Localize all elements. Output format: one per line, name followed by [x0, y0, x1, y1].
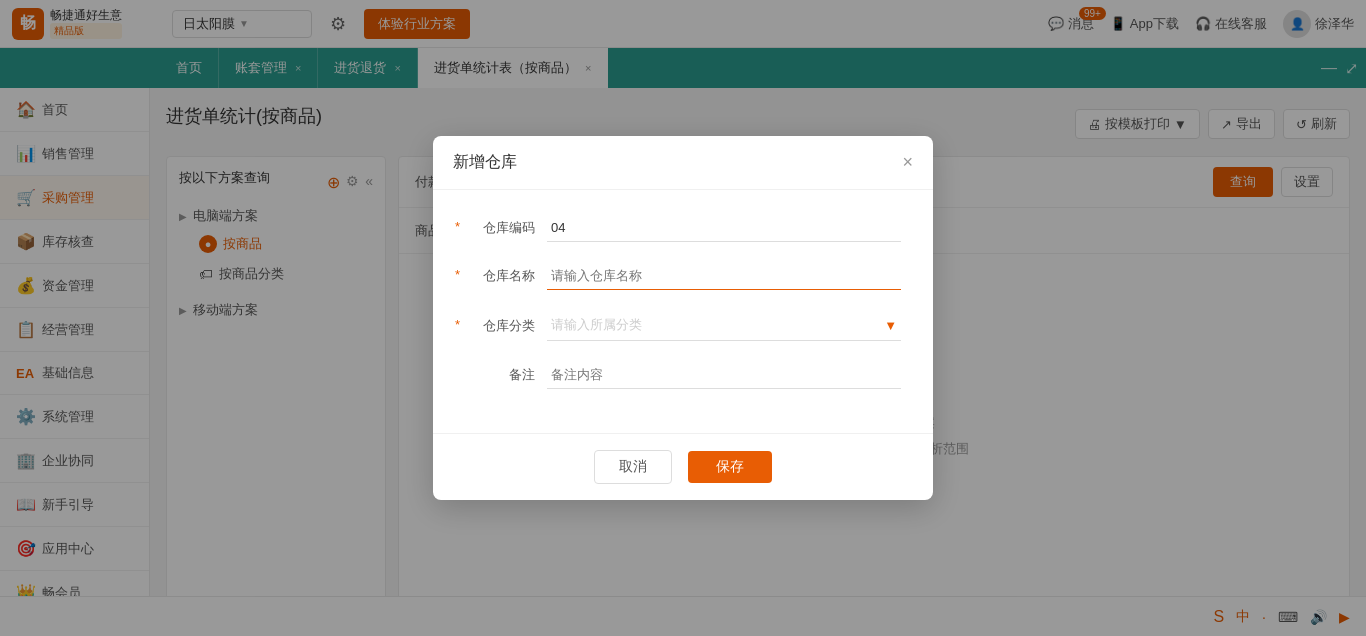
save-button[interactable]: 保存: [688, 451, 772, 483]
category-placeholder: 请输入所属分类: [551, 316, 642, 334]
modal-overlay[interactable]: 新增仓库 × 仓库编码 仓库名称 仓库分类 请输入所属分类 ▼: [0, 0, 1366, 636]
new-warehouse-dialog: 新增仓库 × 仓库编码 仓库名称 仓库分类 请输入所属分类 ▼: [433, 136, 933, 500]
warehouse-category-select[interactable]: 请输入所属分类 ▼: [547, 310, 901, 341]
cancel-button[interactable]: 取消: [594, 450, 672, 484]
warehouse-name-input[interactable]: [547, 262, 901, 290]
dialog-title: 新增仓库: [453, 152, 517, 173]
warehouse-note-label: 备注: [465, 366, 535, 384]
warehouse-code-input[interactable]: [547, 214, 901, 242]
warehouse-category-row: 仓库分类 请输入所属分类 ▼: [465, 310, 901, 341]
dialog-footer: 取消 保存: [433, 433, 933, 500]
warehouse-note-input[interactable]: [547, 361, 901, 389]
warehouse-note-row: 备注: [465, 361, 901, 389]
warehouse-category-label: 仓库分类: [465, 317, 535, 335]
warehouse-name-row: 仓库名称: [465, 262, 901, 290]
chevron-down-icon: ▼: [884, 318, 897, 333]
dialog-header: 新增仓库 ×: [433, 136, 933, 190]
warehouse-code-label: 仓库编码: [465, 219, 535, 237]
dialog-close-button[interactable]: ×: [902, 152, 913, 173]
warehouse-code-row: 仓库编码: [465, 214, 901, 242]
warehouse-name-label: 仓库名称: [465, 267, 535, 285]
dialog-body: 仓库编码 仓库名称 仓库分类 请输入所属分类 ▼ 备注: [433, 190, 933, 433]
